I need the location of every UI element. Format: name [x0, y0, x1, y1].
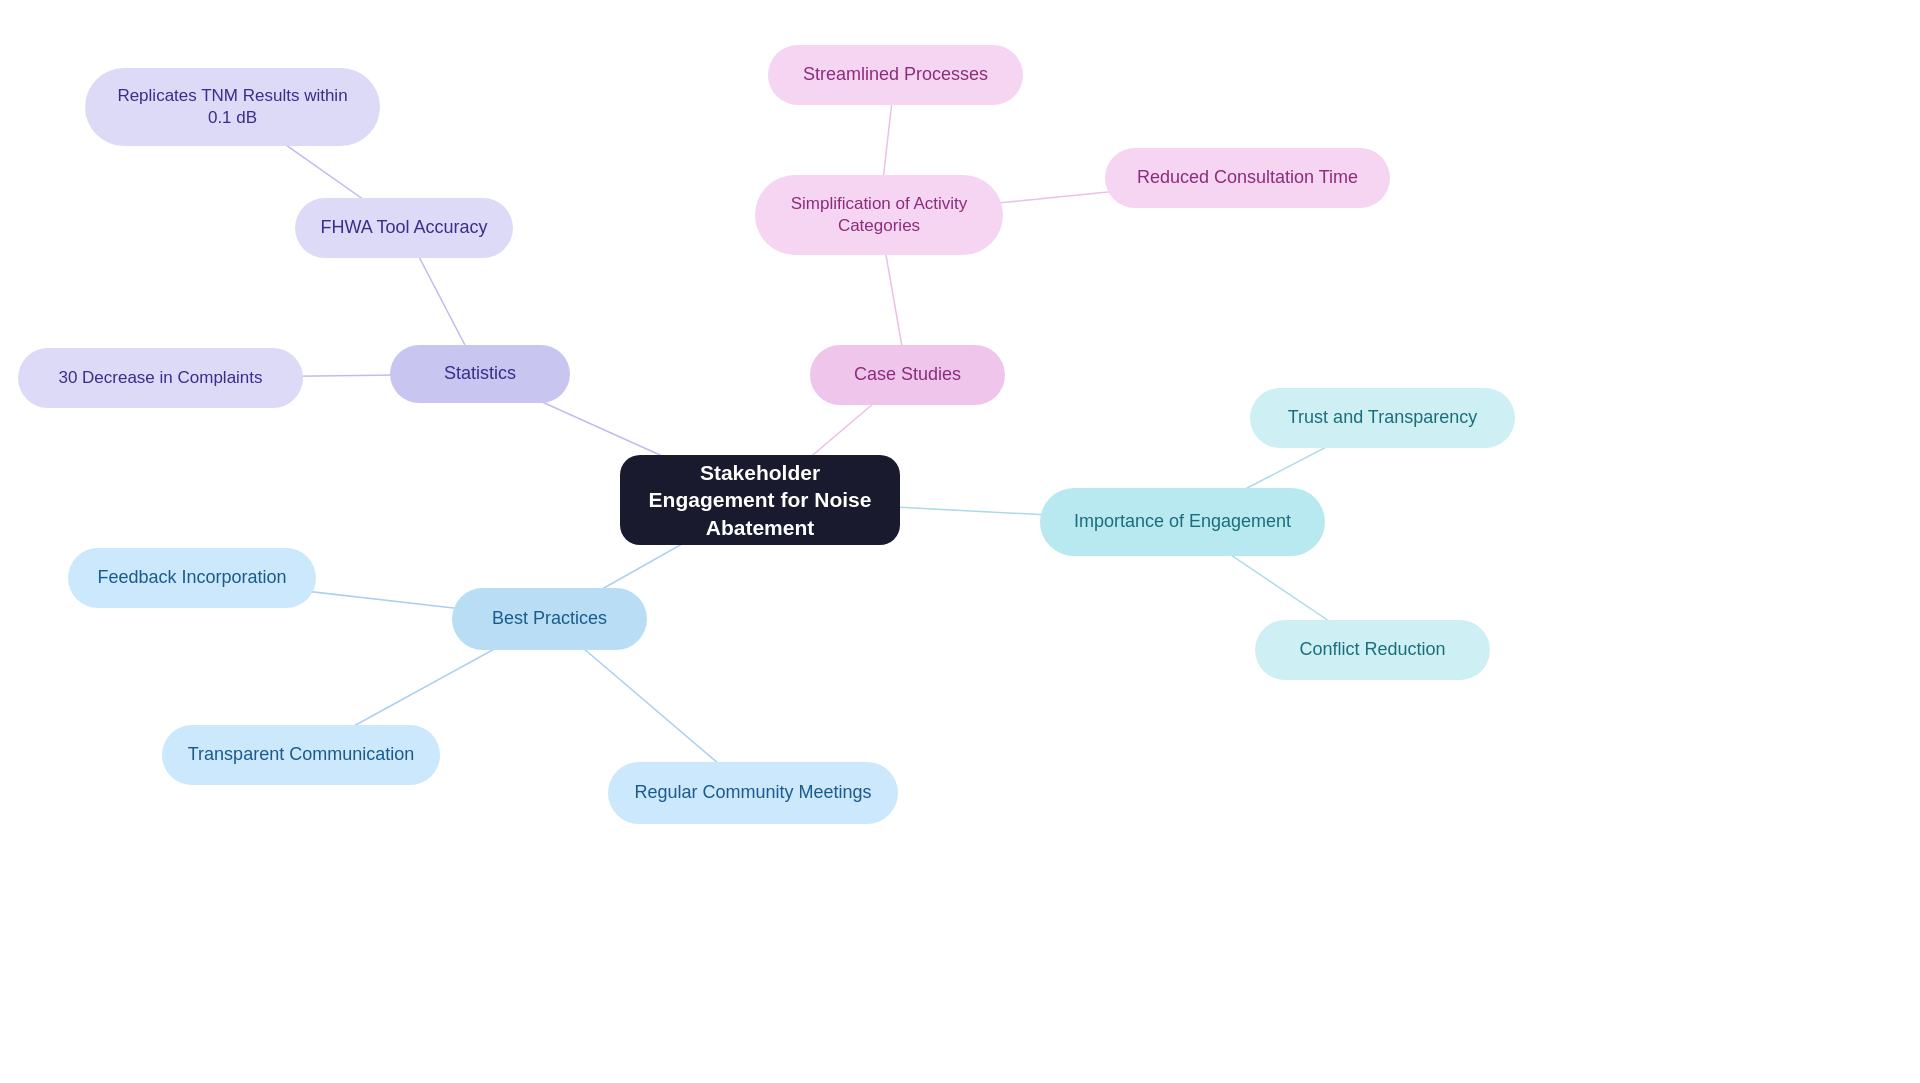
regular-community-node: Regular Community Meetings: [608, 762, 898, 824]
streamlined-node: Streamlined Processes: [768, 45, 1023, 105]
complaints-node: 30 Decrease in Complaints: [18, 348, 303, 408]
fhwa-node: FHWA Tool Accuracy: [295, 198, 513, 258]
center-node: Stakeholder Engagement for Noise Abateme…: [620, 455, 900, 545]
trust-transparency-node: Trust and Transparency: [1250, 388, 1515, 448]
reduced-consultation-node: Reduced Consultation Time: [1105, 148, 1390, 208]
transparent-communication-node: Transparent Communication: [162, 725, 440, 785]
simplification-node: Simplification of Activity Categories: [755, 175, 1003, 255]
statistics-node: Statistics: [390, 345, 570, 403]
best-practices-node: Best Practices: [452, 588, 647, 650]
case-studies-node: Case Studies: [810, 345, 1005, 405]
importance-engagement-node: Importance of Engagement: [1040, 488, 1325, 556]
feedback-incorporation-node: Feedback Incorporation: [68, 548, 316, 608]
conflict-reduction-node: Conflict Reduction: [1255, 620, 1490, 680]
replicates-node: Replicates TNM Results within 0.1 dB: [85, 68, 380, 146]
